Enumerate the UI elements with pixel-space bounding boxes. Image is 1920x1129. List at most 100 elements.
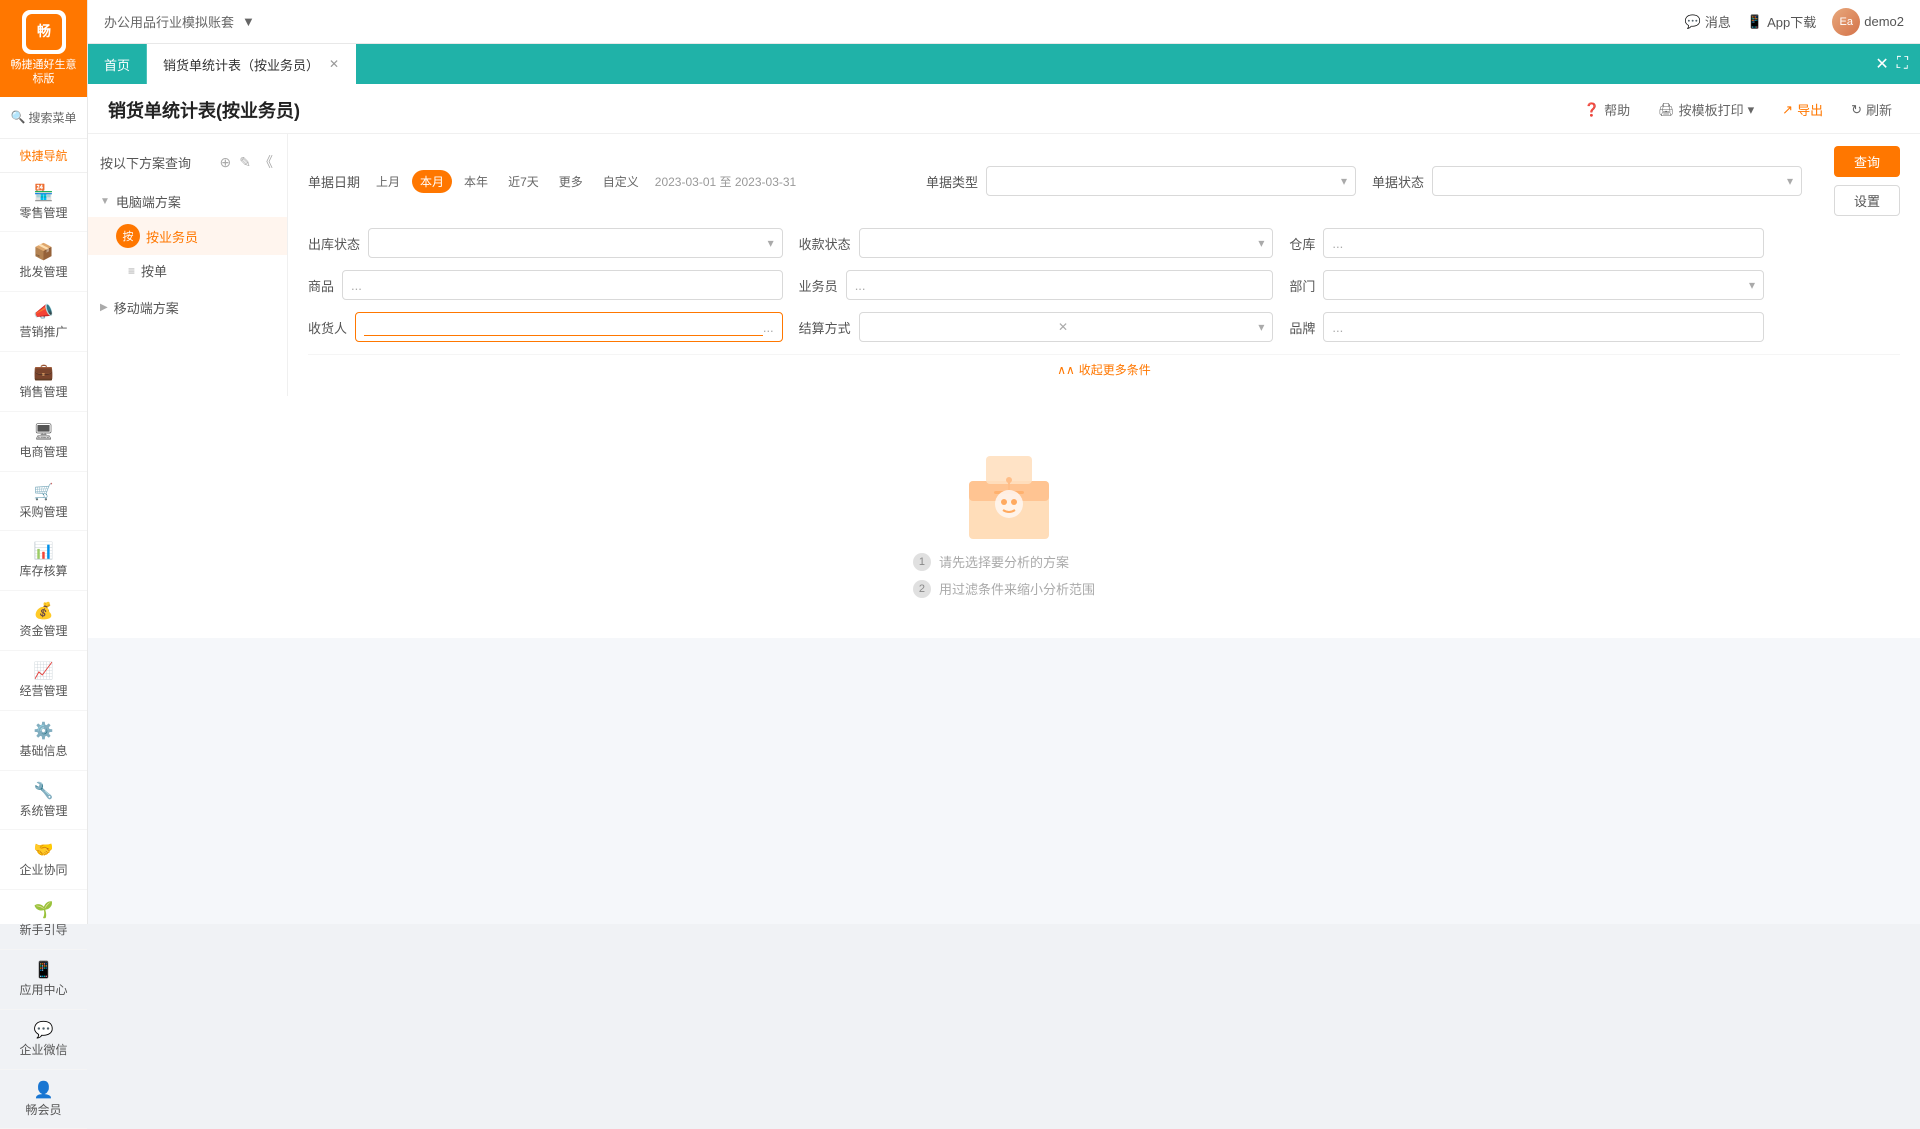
tab-close-all-icon[interactable]: ✕ [1875,54,1888,74]
receive-status-input[interactable]: ▾ [859,228,1274,258]
scheme-sub-item-order[interactable]: ≡ 按单 [88,255,287,286]
add-scheme-icon[interactable]: ⊕ [218,152,234,173]
marketing-label: 营销推广 [4,324,83,341]
scheme-item-salesman[interactable]: 按 按业务员 [88,217,287,255]
print-button[interactable]: 🖨 按模板打印 ▾ [1650,96,1762,123]
salesman-input[interactable]: ... [846,270,1274,300]
settlement-input[interactable]: ✕ ▾ [859,312,1274,342]
sidebar-item-enterprise[interactable]: 🤝 企业协同 [0,830,87,890]
collapse-button[interactable]: ∧∧ 收起更多条件 [1057,361,1151,378]
sidebar-item-retail[interactable]: 🏪 零售管理 [0,173,87,233]
sidebar-item-purchase[interactable]: 🛒 采购管理 [0,472,87,532]
scheme-group-pc-header[interactable]: ▼ 电脑端方案 [88,186,287,217]
app-logo[interactable]: 畅 畅捷通好生意 标版 [0,0,87,97]
warehouse-more: ... [1332,236,1343,251]
sidebar-item-finance[interactable]: 💰 资金管理 [0,591,87,651]
sidebar: 畅 畅捷通好生意 标版 🔍 搜索菜单 快捷导航 🏪 零售管理 📦 批发管理 📣 … [0,0,88,924]
sidebar-item-inventory[interactable]: 📊 库存核算 [0,531,87,591]
mobile-group-label: 移动端方案 [114,298,179,317]
sidebar-item-newbie[interactable]: 🌱 新手引导 [0,890,87,950]
settlement-label: 结算方式 [799,318,851,337]
finance-label: 资金管理 [4,623,83,640]
scheme-group-mobile-header[interactable]: ▶ 移动端方案 [88,292,287,323]
brand-input[interactable]: ... [1323,312,1764,342]
app-download-label: App下载 [1767,12,1816,31]
quick-nav-button[interactable]: 快捷导航 [0,139,87,173]
scheme-panel: 按以下方案查询 ⊕ ✎ 《 ▼ 电脑端方案 [88,134,288,396]
sidebar-item-wechat[interactable]: 💬 企业微信 [0,1010,87,1070]
date-range-display: 2023-03-01 至 2023-03-31 [655,173,796,190]
warehouse-input[interactable]: ... [1323,228,1764,258]
consignee-input[interactable]: ... [355,312,783,342]
mobile-group-arrow-icon: ▶ [100,302,108,313]
app-download-button[interactable]: 📱 App下载 [1747,12,1816,31]
filter-form: 单据日期 上月 本月 本年 近7天 更多 自定义 20 [288,134,1920,396]
date-tab-7days[interactable]: 近7天 [500,170,547,193]
collapse-scheme-icon[interactable]: 《 [257,150,275,174]
sidebar-item-sales[interactable]: 💼 销售管理 [0,352,87,412]
quick-nav-label: 快捷导航 [19,149,67,163]
sidebar-item-ecom[interactable]: 🖥 电商管理 [0,412,87,472]
dropdown-arrow-icon: ▼ [242,14,255,29]
consignee-text-input[interactable] [364,318,763,336]
empty-tip-1: 1 请先选择要分析的方案 [913,552,1095,571]
message-label: 消息 [1705,12,1731,31]
data-area: 1 请先选择要分析的方案 2 用过滤条件来缩小分析范围 [88,396,1920,638]
consignee-label: 收货人 [308,318,347,337]
sidebar-item-wholesale[interactable]: 📦 批发管理 [0,232,87,292]
settlement-field: 结算方式 ✕ ▾ [799,312,1274,342]
date-tab-last-month[interactable]: 上月 [368,170,408,193]
refresh-button[interactable]: ↻ 刷新 [1843,96,1900,123]
user-profile[interactable]: Ea demo2 [1832,8,1904,36]
tip-text-2: 用过滤条件来缩小分析范围 [939,579,1095,598]
sidebar-item-app-center[interactable]: 📱 应用中心 [0,950,87,1010]
purchase-label: 采购管理 [4,504,83,521]
ecom-icon: 🖥 [4,422,83,442]
scheme-header-left: 按以下方案查询 [100,153,191,172]
tab-bar: 首页 销货单统计表（按业务员） ✕ ✕ ⛶ [88,44,1920,84]
date-tab-more[interactable]: 更多 [551,170,591,193]
search-menu-button[interactable]: 🔍 搜索菜单 [6,105,81,130]
date-tab-this-year[interactable]: 本年 [456,170,496,193]
out-status-input[interactable]: ▾ [368,228,783,258]
query-button[interactable]: 查询 [1834,146,1900,177]
tab-home[interactable]: 首页 [88,44,147,84]
tab-sales-stat[interactable]: 销货单统计表（按业务员） ✕ [147,44,356,84]
doc-type-input[interactable]: ▾ [986,166,1356,196]
app-name: 办公用品行业模拟账套 [104,12,234,31]
salesman-more: ... [855,278,866,293]
top-header: 办公用品行业模拟账套 ▼ 💬 消息 📱 App下载 Ea demo2 [88,0,1920,44]
help-label: 帮助 [1604,100,1630,119]
app-dropdown[interactable]: 办公用品行业模拟账套 ▼ [104,12,255,31]
goods-input[interactable]: ... [342,270,783,300]
date-tab-custom[interactable]: 自定义 [595,170,647,193]
operation-icon: 📈 [4,661,83,681]
salesman-scheme-label: 按业务员 [146,227,198,246]
sidebar-item-system[interactable]: 🔧 系统管理 [0,771,87,831]
date-field: 单据日期 上月 本月 本年 近7天 更多 自定义 20 [308,170,910,193]
message-button[interactable]: 💬 消息 [1685,12,1731,31]
sidebar-item-basic[interactable]: ⚙️ 基础信息 [0,711,87,771]
doc-status-input[interactable]: ▾ [1432,166,1802,196]
basic-icon: ⚙️ [4,721,83,741]
edit-scheme-icon[interactable]: ✎ [237,152,253,173]
system-label: 系统管理 [4,803,83,820]
sidebar-item-operation[interactable]: 📈 经营管理 [0,651,87,711]
sales-stat-tab-label: 销货单统计表（按业务员） [163,55,319,74]
tab-expand-icon[interactable]: ⛶ [1897,55,1908,73]
settlement-clear-icon[interactable]: ✕ [1056,318,1070,336]
tab-close-icon[interactable]: ✕ [329,57,339,71]
settings-button[interactable]: 设置 [1834,185,1900,216]
sidebar-item-marketing[interactable]: 📣 营销推广 [0,292,87,352]
dept-input[interactable]: ▾ [1323,270,1764,300]
export-button[interactable]: ↗ 导出 [1774,96,1831,123]
date-tab-this-month[interactable]: 本月 [412,170,452,193]
help-button[interactable]: ❓ 帮助 [1576,96,1638,123]
page-title-bar: 销货单统计表(按业务员) ❓ 帮助 🖨 按模板打印 ▾ ↗ 导出 [88,84,1920,134]
empty-tip-2: 2 用过滤条件来缩小分析范围 [913,579,1095,598]
user-avatar: Ea [1832,8,1860,36]
svg-text:畅: 畅 [37,23,51,39]
settlement-arrow-icon: ▾ [1258,320,1264,334]
sidebar-item-member[interactable]: 👤 畅会员 [0,1070,87,1129]
operation-label: 经营管理 [4,683,83,700]
